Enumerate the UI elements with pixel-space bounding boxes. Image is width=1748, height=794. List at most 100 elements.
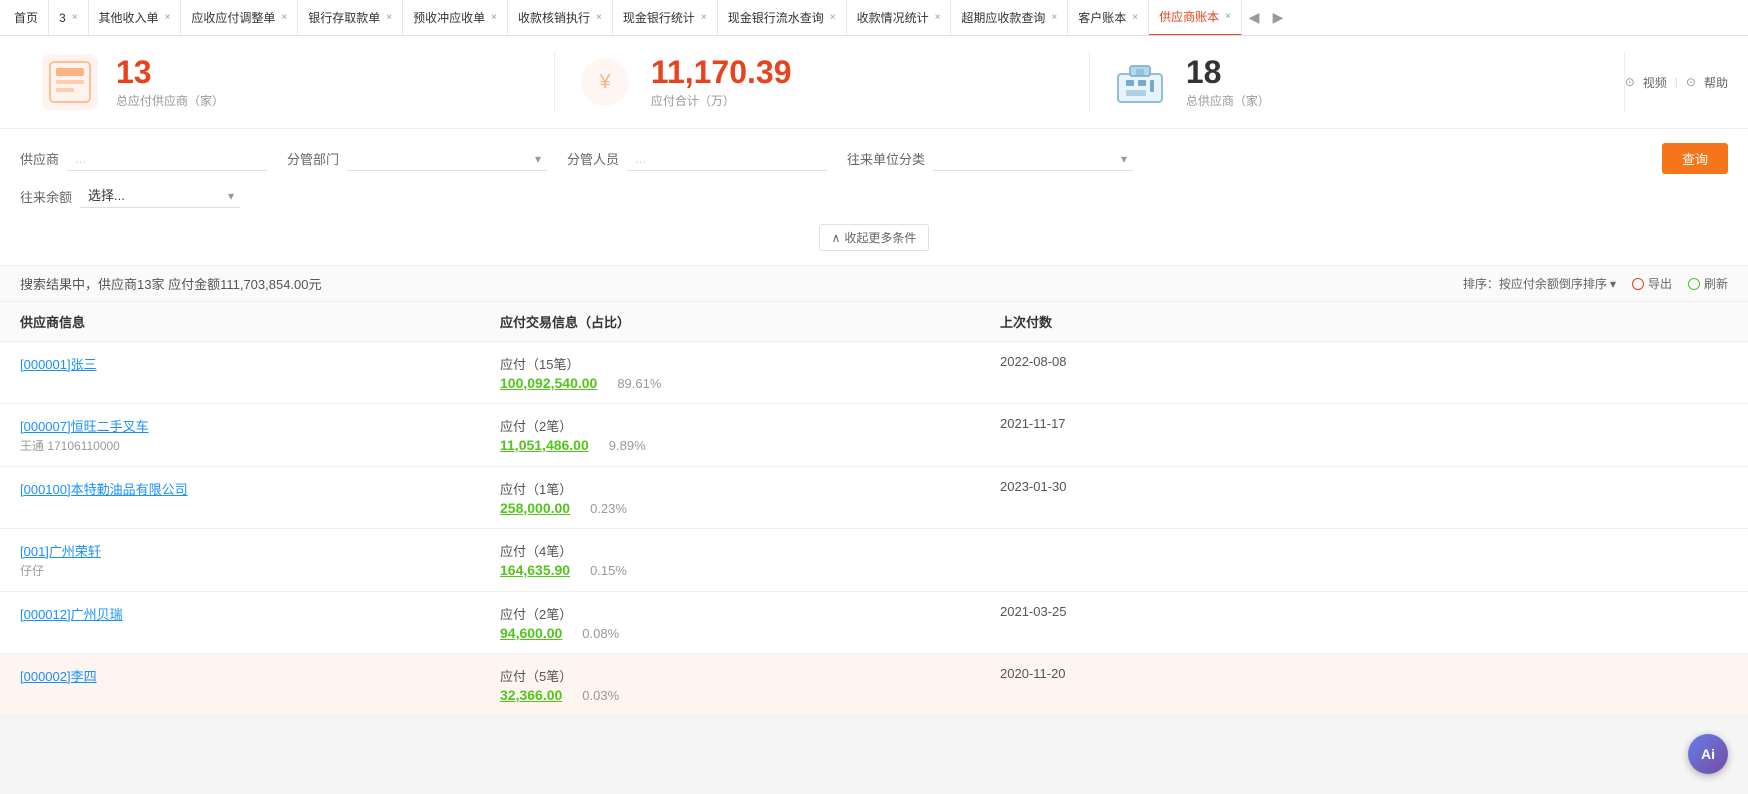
sort-label: 排序：按应付余额倒序排序 (1463, 275, 1607, 292)
trans-label-2: 应付（2笔） (500, 416, 1000, 435)
nav-tab-collection-stat[interactable]: 收款情况统计 × (847, 0, 952, 36)
supplier-sub-4: 仔仔 (20, 562, 500, 579)
result-bar: 搜索结果中，供应商13家 应付金额111,703,854.00元 排序：按应付余… (0, 266, 1748, 302)
total-suppliers-number: 18 (1186, 56, 1270, 88)
trans-amount-3[interactable]: 258,000.00 (500, 500, 570, 516)
trans-percent-1: 89.61% (617, 376, 661, 391)
trans-amount-1[interactable]: 100,092,540.00 (500, 375, 597, 391)
help-links: ⊙ 视频 | ⊙ 帮助 (1625, 74, 1728, 91)
last-payment-date-6: 2020-11-20 (1000, 666, 1066, 681)
trans-label-4: 应付（4笔） (500, 541, 1000, 560)
transaction-info-5: 应付（2笔） 94,600.00 0.08% (500, 604, 1000, 641)
transaction-info-6: 应付（5笔） 32,366.00 0.03% (500, 666, 1000, 703)
close-icon[interactable]: × (1225, 11, 1231, 22)
supplier-name-4[interactable]: [001]广州荣轩 (20, 541, 500, 560)
sort-button[interactable]: 排序：按应付余额倒序排序 ▾ (1463, 275, 1616, 292)
supplier-name-5[interactable]: [000012]广州贝瑞 (20, 604, 500, 623)
nav-tab-home-label: 首页 (14, 9, 38, 26)
video-link[interactable]: 视频 (1643, 74, 1667, 91)
table-header: 供应商信息 应付交易信息（占比） 上次付数 (0, 302, 1748, 342)
trans-percent-6: 0.03% (582, 688, 619, 703)
trans-amount-5[interactable]: 94,600.00 (500, 625, 562, 641)
balance-filter-label: 往来余额 (20, 187, 72, 206)
close-icon[interactable]: × (701, 12, 707, 23)
table-row: [000001]张三 应付（15笔） 100,092,540.00 89.61%… (0, 342, 1748, 404)
nav-tab-cash-bank-stat[interactable]: 现金银行统计 × (613, 0, 718, 36)
refresh-label: 刷新 (1704, 275, 1728, 292)
close-icon[interactable]: × (491, 12, 497, 23)
summary-text-payable-suppliers: 13 总应付供应商（家） (116, 56, 224, 109)
filter-dept: 分管部门 (287, 147, 547, 171)
query-button[interactable]: 查询 (1662, 143, 1728, 174)
collapse-icon: ∧ (832, 231, 841, 245)
sort-icon: ▾ (1610, 277, 1616, 291)
nav-tab-bank-deposit[interactable]: 银行存取款单 × (298, 0, 403, 36)
top-navigation: 首页 3 × 其他收入单 × 应收应付调整单 × 银行存取款单 × 预收冲应收单… (0, 0, 1748, 36)
close-icon[interactable]: × (165, 12, 171, 23)
payable-total-label: 应付合计（万） (651, 92, 792, 109)
table-row: [000002]李四 应付（5笔） 32,366.00 0.03% 2020-1… (0, 654, 1748, 716)
balance-select[interactable]: 选择... (80, 184, 240, 208)
nav-tab-receipt-verify[interactable]: 收款核销执行 × (508, 0, 613, 36)
supplier-sub-2: 王通 17106110000 (20, 437, 500, 454)
trans-amount-4[interactable]: 164,635.90 (500, 562, 570, 578)
nav-arrow-left[interactable]: ◀ (1242, 0, 1266, 36)
filter-section: 供应商 分管部门 分管人员 往来单位分类 查询 往来 (0, 129, 1748, 266)
nav-tab-advance-collect[interactable]: 预收冲应收单 × (403, 0, 508, 36)
supplier-input[interactable] (67, 147, 267, 171)
help-link[interactable]: 帮助 (1704, 74, 1728, 91)
close-icon[interactable]: × (1132, 12, 1138, 23)
nav-tab-cash-bank-flow-label: 现金银行流水查询 (728, 9, 824, 26)
trans-label-5: 应付（2笔） (500, 604, 1000, 623)
supplier-name-2[interactable]: [000007]恒旺二手叉车 (20, 416, 500, 435)
payable-suppliers-icon (40, 52, 100, 112)
nav-tab-other-income[interactable]: 其他收入单 × (89, 0, 182, 36)
header-transaction: 应付交易信息（占比） (500, 312, 1000, 331)
refresh-button[interactable]: 刷新 (1688, 275, 1728, 292)
export-label: 导出 (1648, 275, 1672, 292)
collapse-button[interactable]: ∧ 收起更多条件 (819, 224, 930, 251)
filter-row-2: 往来余额 选择... (20, 184, 1728, 208)
nav-tab-bank-deposit-label: 银行存取款单 (308, 9, 380, 26)
close-icon[interactable]: × (386, 12, 392, 23)
supplier-name-6[interactable]: [000002]李四 (20, 666, 500, 685)
export-button[interactable]: 导出 (1632, 275, 1672, 292)
last-payment-2: 2021-11-17 (1000, 416, 1728, 431)
supplier-name-1[interactable]: [000001]张三 (20, 354, 500, 373)
nav-tab-overdue-query[interactable]: 超期应收款查询 × (951, 0, 1068, 36)
trans-percent-3: 0.23% (590, 501, 627, 516)
close-icon[interactable]: × (281, 12, 287, 23)
close-icon[interactable]: × (935, 12, 941, 23)
nav-tab-cash-bank-flow[interactable]: 现金银行流水查询 × (718, 0, 847, 36)
filter-person: 分管人员 (567, 147, 827, 171)
table-section: 供应商信息 应付交易信息（占比） 上次付数 [000001]张三 应付（15笔）… (0, 302, 1748, 716)
category-select[interactable] (933, 147, 1133, 171)
export-dot-icon (1632, 278, 1644, 290)
supplier-info-4: [001]广州荣轩 仔仔 (20, 541, 500, 579)
ai-badge[interactable]: Ai (1688, 734, 1728, 774)
last-payment-3: 2023-01-30 (1000, 479, 1728, 494)
nav-tab-3[interactable]: 3 × (49, 0, 89, 36)
supplier-name-3[interactable]: [000100]本特勤油品有限公司 (20, 479, 500, 498)
dept-select[interactable] (347, 147, 547, 171)
nav-tab-customer-account[interactable]: 客户账本 × (1068, 0, 1149, 36)
nav-tab-overdue-query-label: 超期应收款查询 (961, 9, 1045, 26)
ai-badge-label: Ai (1701, 746, 1715, 762)
payable-suppliers-label: 总应付供应商（家） (116, 92, 224, 109)
trans-amount-6[interactable]: 32,366.00 (500, 687, 562, 703)
person-input[interactable] (627, 147, 827, 171)
total-suppliers-label: 总供应商（家） (1186, 92, 1270, 109)
nav-arrow-right[interactable]: ▶ (1266, 0, 1290, 36)
nav-tab-supplier-account[interactable]: 供应商账本 × (1149, 0, 1242, 36)
person-filter-label: 分管人员 (567, 149, 619, 168)
trans-percent-2: 9.89% (609, 438, 646, 453)
trans-amount-2[interactable]: 11,051,486.00 (500, 437, 589, 453)
close-icon[interactable]: × (72, 12, 78, 23)
close-icon[interactable]: × (830, 12, 836, 23)
close-icon[interactable]: × (596, 12, 602, 23)
filter-supplier: 供应商 (20, 147, 267, 171)
close-icon[interactable]: × (1051, 12, 1057, 23)
nav-tab-home[interactable]: 首页 (4, 0, 49, 36)
nav-tab-advance-collect-label: 预收冲应收单 (413, 9, 485, 26)
nav-tab-ap-adjustment[interactable]: 应收应付调整单 × (181, 0, 298, 36)
